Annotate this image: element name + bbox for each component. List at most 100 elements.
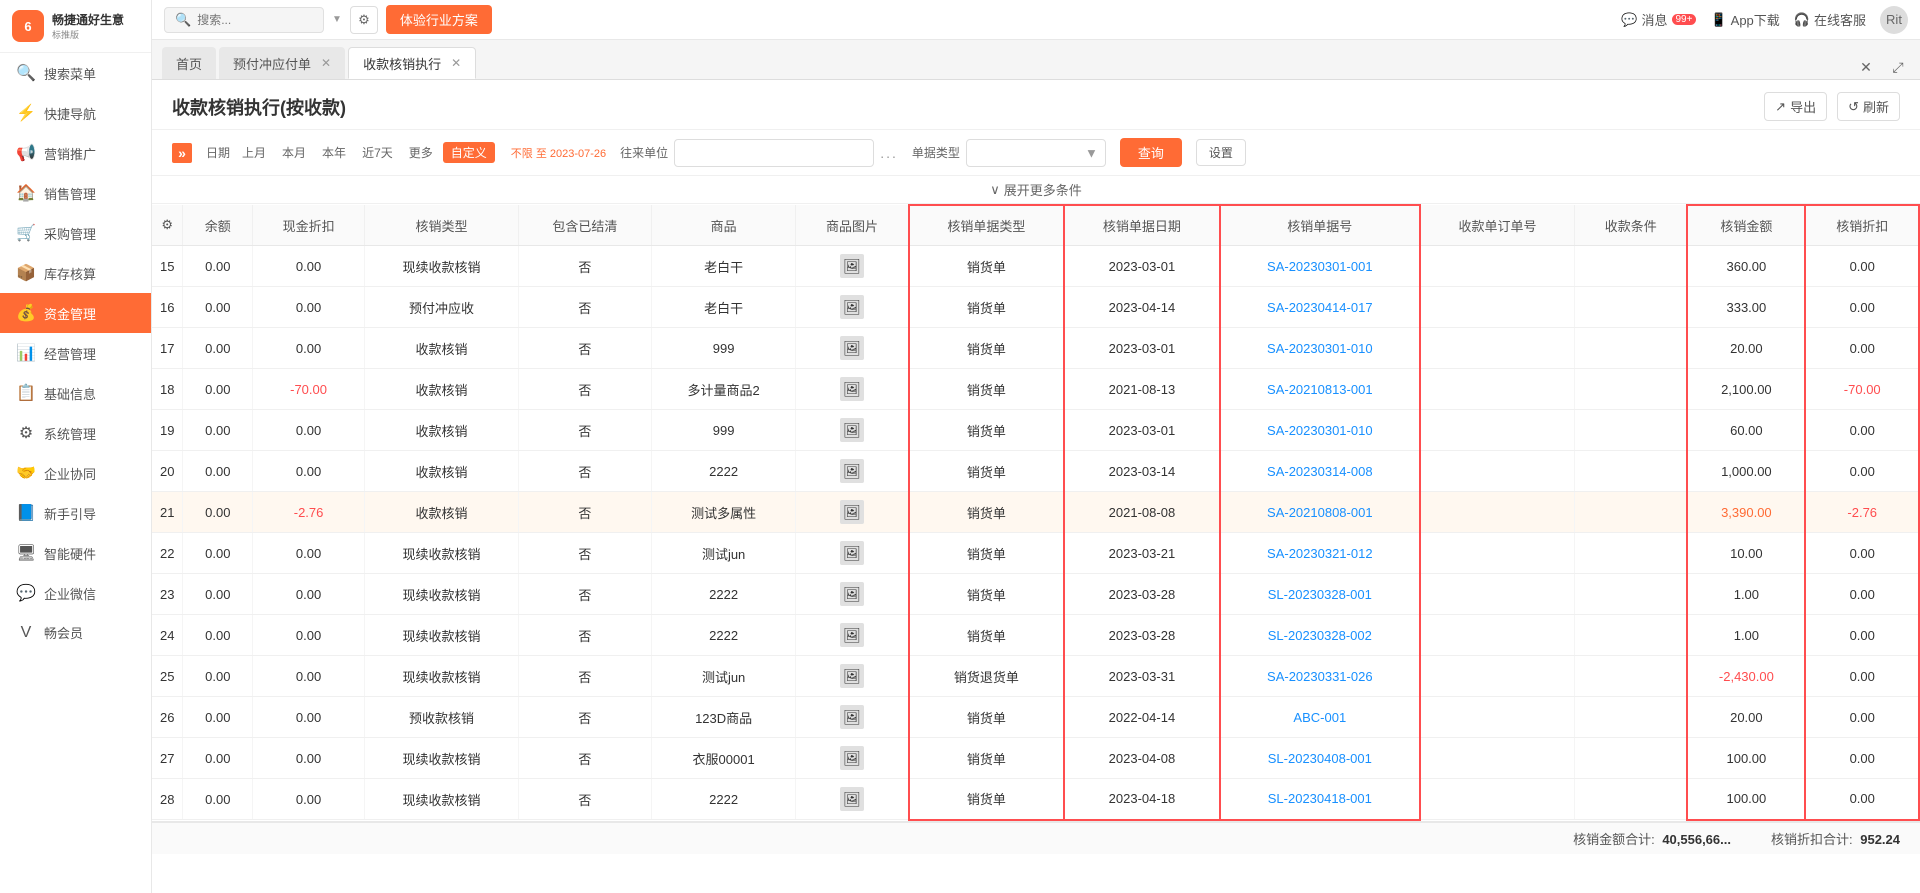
- message-btn[interactable]: 💬 消息 99+: [1621, 10, 1696, 29]
- logo-icon: 6: [12, 10, 44, 42]
- td-receipt-bill-no-10[interactable]: SA-20230331-026: [1220, 656, 1420, 697]
- td-receipt-bill-no-5[interactable]: SA-20230314-008: [1220, 451, 1420, 492]
- sidebar-item-销售管理[interactable]: 🏠销售管理: [0, 173, 151, 213]
- col-settings[interactable]: ⚙: [152, 205, 183, 246]
- tab-1[interactable]: 预付冲应付单✕: [219, 47, 345, 79]
- td-seq-7: 22: [152, 533, 183, 574]
- td-goods-3: 多计量商品2: [651, 369, 796, 410]
- sidebar-item-经营管理[interactable]: 📊经营管理: [0, 333, 151, 373]
- download-icon: 📱: [1710, 12, 1726, 28]
- sidebar-item-畅会员[interactable]: V畅会员: [0, 613, 151, 652]
- td-write-off-amount-2: 20.00: [1687, 328, 1805, 369]
- sidebar-icon-4: 🛒: [16, 223, 36, 243]
- tab-close-2[interactable]: ✕: [451, 56, 461, 70]
- td-goods-image-7: 🖼: [796, 533, 909, 574]
- tab-2[interactable]: 收款核销执行✕: [348, 47, 476, 79]
- td-receipt-bill-no-4[interactable]: SA-20230301-010: [1220, 410, 1420, 451]
- td-receipt-bill-no-2[interactable]: SA-20230301-010: [1220, 328, 1420, 369]
- app-download-btn[interactable]: 📱 App下载: [1710, 10, 1779, 29]
- td-seq-1: 16: [152, 287, 183, 328]
- td-receipt-bill-no-11[interactable]: ABC-001: [1220, 697, 1420, 738]
- sidebar-item-搜索菜单[interactable]: 🔍搜索菜单: [0, 53, 151, 93]
- sidebar-item-快捷导航[interactable]: ⚡快捷导航: [0, 93, 151, 133]
- td-receipt-bill-date-9: 2023-03-28: [1064, 615, 1220, 656]
- sidebar-item-企业微信[interactable]: 💬企业微信: [0, 573, 151, 613]
- date-btn-custom[interactable]: 自定义: [443, 142, 495, 163]
- tab-0[interactable]: 首页: [162, 47, 216, 79]
- td-goods-image-1: 🖼: [796, 287, 909, 328]
- td-receipt-bill-type-0: 销货单: [909, 246, 1065, 287]
- sidebar-label-11: 新手引导: [44, 504, 96, 523]
- sidebar-label-10: 企业协同: [44, 464, 96, 483]
- date-btn-last-month[interactable]: 上月: [236, 142, 272, 163]
- table-row: 28 0.00 0.00 现续收款核销 否 2222 🖼 销货单 2023-04…: [152, 779, 1919, 820]
- td-receipt-bill-type-2: 销货单: [909, 328, 1065, 369]
- close-tab-btn[interactable]: ✕: [1854, 55, 1878, 79]
- sidebar-item-智能硬件[interactable]: 🖥智能硬件: [0, 533, 151, 573]
- refresh-btn[interactable]: ↺ 刷新: [1837, 92, 1900, 121]
- table-row: 15 0.00 0.00 现续收款核销 否 老白干 🖼 销货单 2023-03-…: [152, 246, 1919, 287]
- td-receipt-bill-date-3: 2021-08-13: [1064, 369, 1220, 410]
- td-receipt-bill-no-6[interactable]: SA-20210808-001: [1220, 492, 1420, 533]
- td-receipt-bill-no-8[interactable]: SL-20230328-001: [1220, 574, 1420, 615]
- online-service-btn[interactable]: 🎧 在线客服: [1794, 10, 1866, 29]
- td-receipt-bill-no-13[interactable]: SL-20230418-001: [1220, 779, 1420, 820]
- search-input[interactable]: [197, 13, 317, 27]
- td-receipt-condition-8: [1575, 574, 1688, 615]
- filter-dots: ...: [880, 145, 898, 161]
- td-receipt-bill-no-0[interactable]: SA-20230301-001: [1220, 246, 1420, 287]
- table-row: 20 0.00 0.00 收款核销 否 2222 🖼 销货单 2023-03-1…: [152, 451, 1919, 492]
- customer-input[interactable]: [674, 139, 874, 167]
- td-cash-discount-7: 0.00: [253, 533, 365, 574]
- expand-more-btn[interactable]: ∨ 展开更多条件: [990, 180, 1082, 199]
- search-dropdown-arrow[interactable]: ▼: [332, 14, 342, 25]
- sidebar-item-系统管理[interactable]: ⚙系统管理: [0, 413, 151, 453]
- query-btn[interactable]: 查询: [1120, 138, 1182, 167]
- filter-settings-btn[interactable]: 设置: [1196, 139, 1246, 166]
- gear-button[interactable]: ⚙: [350, 6, 378, 34]
- export-btn[interactable]: ↗ 导出: [1764, 92, 1827, 121]
- date-btn-more[interactable]: 更多: [403, 142, 439, 163]
- page-header-actions: ↗ 导出 ↺ 刷新: [1764, 92, 1900, 121]
- filter-bar: » 日期 上月 本月 本年 近7天 更多 自定义 不限 至 2023-07-26…: [152, 130, 1920, 176]
- td-goods-5: 2222: [651, 451, 796, 492]
- date-btn-7days[interactable]: 近7天: [356, 142, 399, 163]
- date-btn-this-month[interactable]: 本月: [276, 142, 312, 163]
- td-receipt-bill-no-12[interactable]: SL-20230408-001: [1220, 738, 1420, 779]
- table-header-row: ⚙ 余额 现金折扣 核销类型 包含已结清 商品 商品图片 核销单据类型 核销单据…: [152, 205, 1919, 246]
- td-cash-discount-0: 0.00: [253, 246, 365, 287]
- td-write-off-type-5: 收款核销: [364, 451, 518, 492]
- td-receipt-condition-2: [1575, 328, 1688, 369]
- td-receipt-bill-date-8: 2023-03-28: [1064, 574, 1220, 615]
- td-receipt-order-no-12: [1420, 738, 1575, 779]
- td-receipt-bill-no-1[interactable]: SA-20230414-017: [1220, 287, 1420, 328]
- sidebar-item-新手引导[interactable]: 📘新手引导: [0, 493, 151, 533]
- td-write-off-discount-4: 0.00: [1805, 410, 1919, 451]
- date-btn-this-year[interactable]: 本年: [316, 142, 352, 163]
- td-receipt-bill-no-7[interactable]: SA-20230321-012: [1220, 533, 1420, 574]
- td-write-off-type-2: 收款核销: [364, 328, 518, 369]
- maximize-btn[interactable]: ⤢: [1886, 55, 1910, 79]
- sidebar-item-采购管理[interactable]: 🛒采购管理: [0, 213, 151, 253]
- td-goods-7: 测试jun: [651, 533, 796, 574]
- table-row: 27 0.00 0.00 现续收款核销 否 衣服00001 🖼 销货单 2023…: [152, 738, 1919, 779]
- td-goods-image-5: 🖼: [796, 451, 909, 492]
- sidebar-item-企业协同[interactable]: 🤝企业协同: [0, 453, 151, 493]
- td-goods-image-11: 🖼: [796, 697, 909, 738]
- search-box[interactable]: 🔍: [164, 7, 324, 33]
- td-receipt-bill-no-9[interactable]: SL-20230328-002: [1220, 615, 1420, 656]
- filter-expand-btn[interactable]: »: [172, 143, 192, 163]
- sidebar-item-资金管理[interactable]: 💰资金管理: [0, 293, 151, 333]
- sidebar-item-库存核算[interactable]: 📦库存核算: [0, 253, 151, 293]
- user-avatar[interactable]: Rit: [1880, 6, 1908, 34]
- industry-btn[interactable]: 体验行业方案: [386, 5, 492, 34]
- table-row: 25 0.00 0.00 现续收款核销 否 测试jun 🖼 销货退货单 2023…: [152, 656, 1919, 697]
- td-receipt-bill-no-3[interactable]: SA-20210813-001: [1220, 369, 1420, 410]
- bill-type-select[interactable]: [966, 139, 1106, 167]
- sidebar-item-营销推广[interactable]: 📢营销推广: [0, 133, 151, 173]
- sidebar-item-基础信息[interactable]: 📋基础信息: [0, 373, 151, 413]
- td-write-off-amount-6: 3,390.00: [1687, 492, 1805, 533]
- td-balance-12: 0.00: [183, 738, 253, 779]
- tab-close-1[interactable]: ✕: [321, 56, 331, 70]
- td-receipt-condition-4: [1575, 410, 1688, 451]
